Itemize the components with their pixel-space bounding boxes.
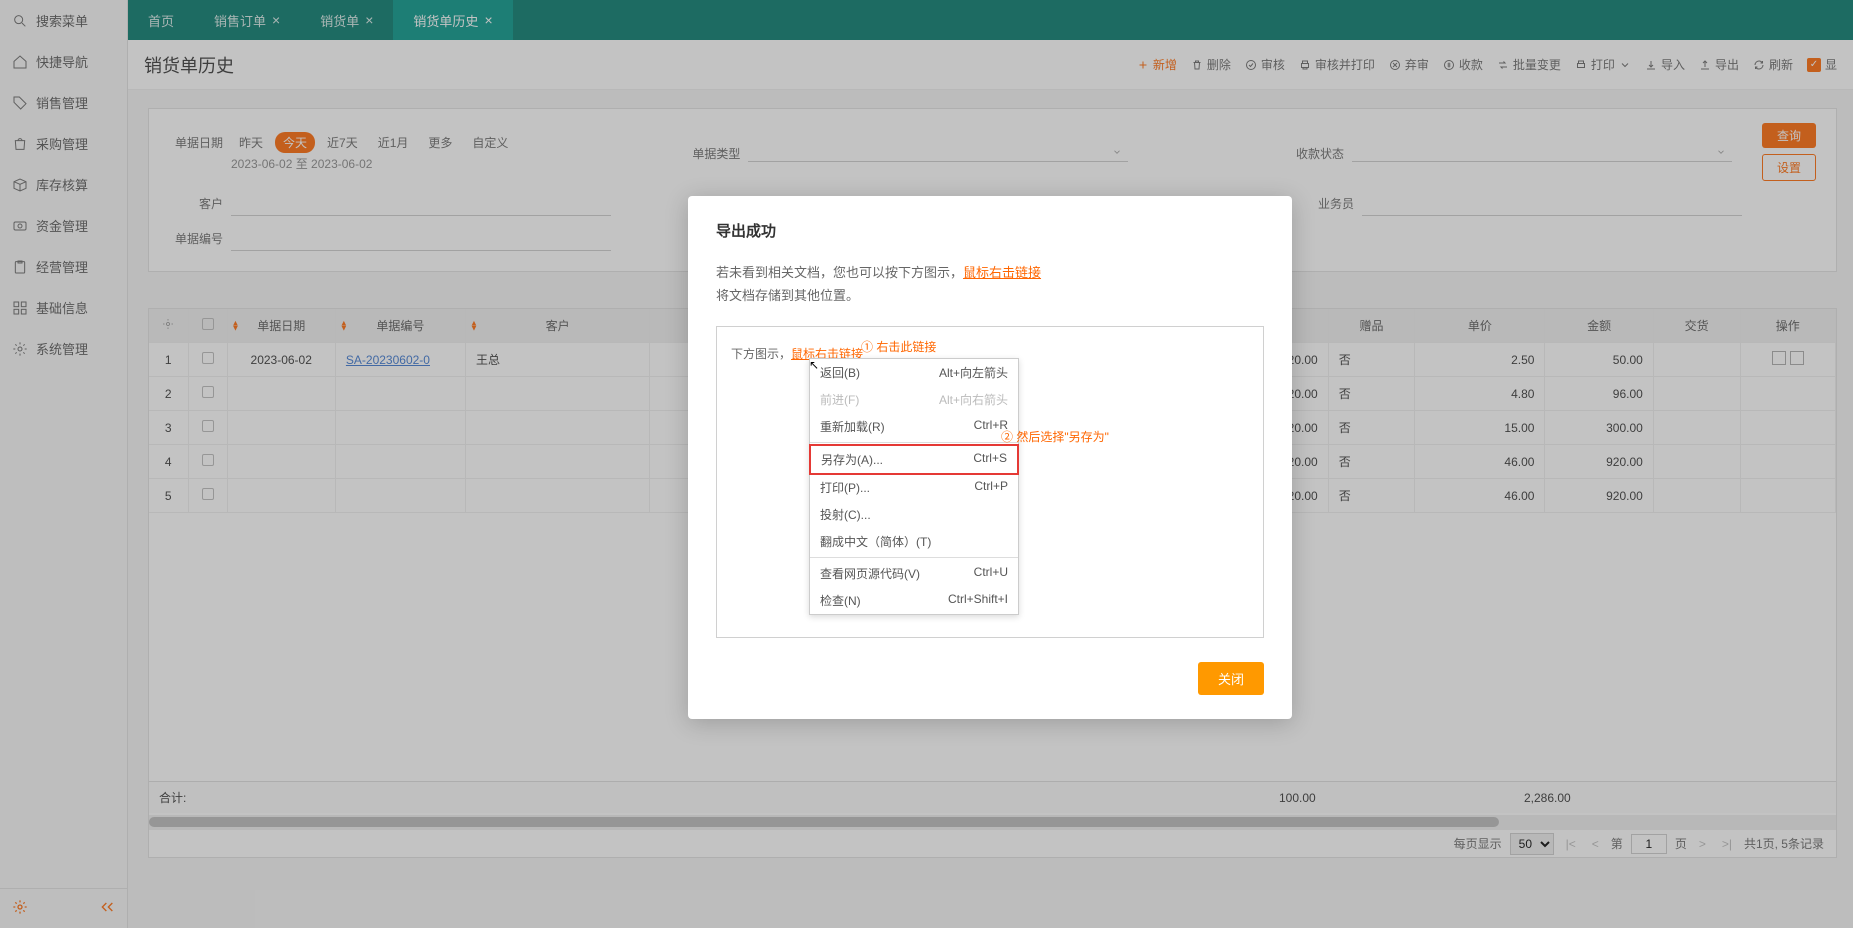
context-menu-item: 另存为(A)... Ctrl+S (809, 444, 1019, 475)
ctx-shortcut: Alt+向左箭头 (939, 364, 1008, 381)
modal-text-suffix: 将文档存储到其他位置。 (716, 288, 859, 303)
ctx-shortcut: Ctrl+Shift+I (948, 592, 1008, 609)
modal-text: 若未看到相关文档，您也可以按下方图示，鼠标右击链接 将文档存储到其他位置。 (716, 261, 1264, 308)
context-menu-item: 重新加载(R)Ctrl+R (810, 413, 1018, 440)
export-success-modal: 导出成功 若未看到相关文档，您也可以按下方图示，鼠标右击链接 将文档存储到其他位… (688, 196, 1292, 719)
ctx-label: 打印(P)... (820, 479, 870, 496)
ctx-label: 查看网页源代码(V) (820, 565, 920, 582)
ctx-label: 另存为(A)... (821, 451, 883, 468)
ctx-shortcut: Alt+向右箭头 (939, 391, 1008, 408)
context-menu-item: 查看网页源代码(V) Ctrl+U (810, 560, 1018, 587)
ctx-label: 检查(N) (820, 592, 861, 609)
context-menu-separator (810, 442, 1018, 443)
modal-title: 导出成功 (716, 220, 1264, 241)
ctx-label: 重新加载(R) (820, 418, 885, 435)
context-menu-item: 前进(F) Alt+向右箭头 (810, 386, 1018, 413)
close-button[interactable]: 关闭 (1198, 662, 1264, 695)
context-menu-item: 检查(N) Ctrl+Shift+I (810, 587, 1018, 614)
context-menu-item: 投射(C)... (810, 501, 1018, 528)
ctx-shortcut: Ctrl+S (973, 451, 1007, 468)
context-menu-item: 翻成中文（简体）(T) (810, 528, 1018, 555)
modal-text-prefix: 若未看到相关文档，您也可以按下方图示， (716, 265, 963, 280)
modal-diagram: 下方图示，鼠标右击链接 ↖ ① 右击此链接 ② 然后选择"另存为" 返回(B)A… (716, 326, 1264, 638)
ctx-shortcut: Ctrl+U (974, 565, 1008, 582)
ctx-shortcut: Ctrl+P (974, 479, 1008, 496)
diagram-prefix: 下方图示， (731, 347, 791, 361)
ctx-label: 前进(F) (820, 391, 859, 408)
hint-2: ② 然后选择"另存为" (1001, 428, 1109, 445)
ctx-label: 返回(B) (820, 364, 860, 381)
ctx-label: 翻成中文（简体）(T) (820, 533, 931, 550)
context-menu: 返回(B) Alt+向左箭头前进(F) Alt+向右箭头重新加载(R)Ctrl+R 另… (809, 358, 1019, 615)
context-menu-item: 打印(P)... Ctrl+P (810, 474, 1018, 501)
cursor-icon: ↖ (809, 358, 819, 372)
context-menu-item: 返回(B) Alt+向左箭头 (810, 359, 1018, 386)
ctx-label: 投射(C)... (820, 506, 871, 523)
modal-link-1[interactable]: 鼠标右击链接 (963, 265, 1041, 280)
context-menu-separator (810, 557, 1018, 558)
hint-1: ① 右击此链接 (861, 338, 936, 355)
